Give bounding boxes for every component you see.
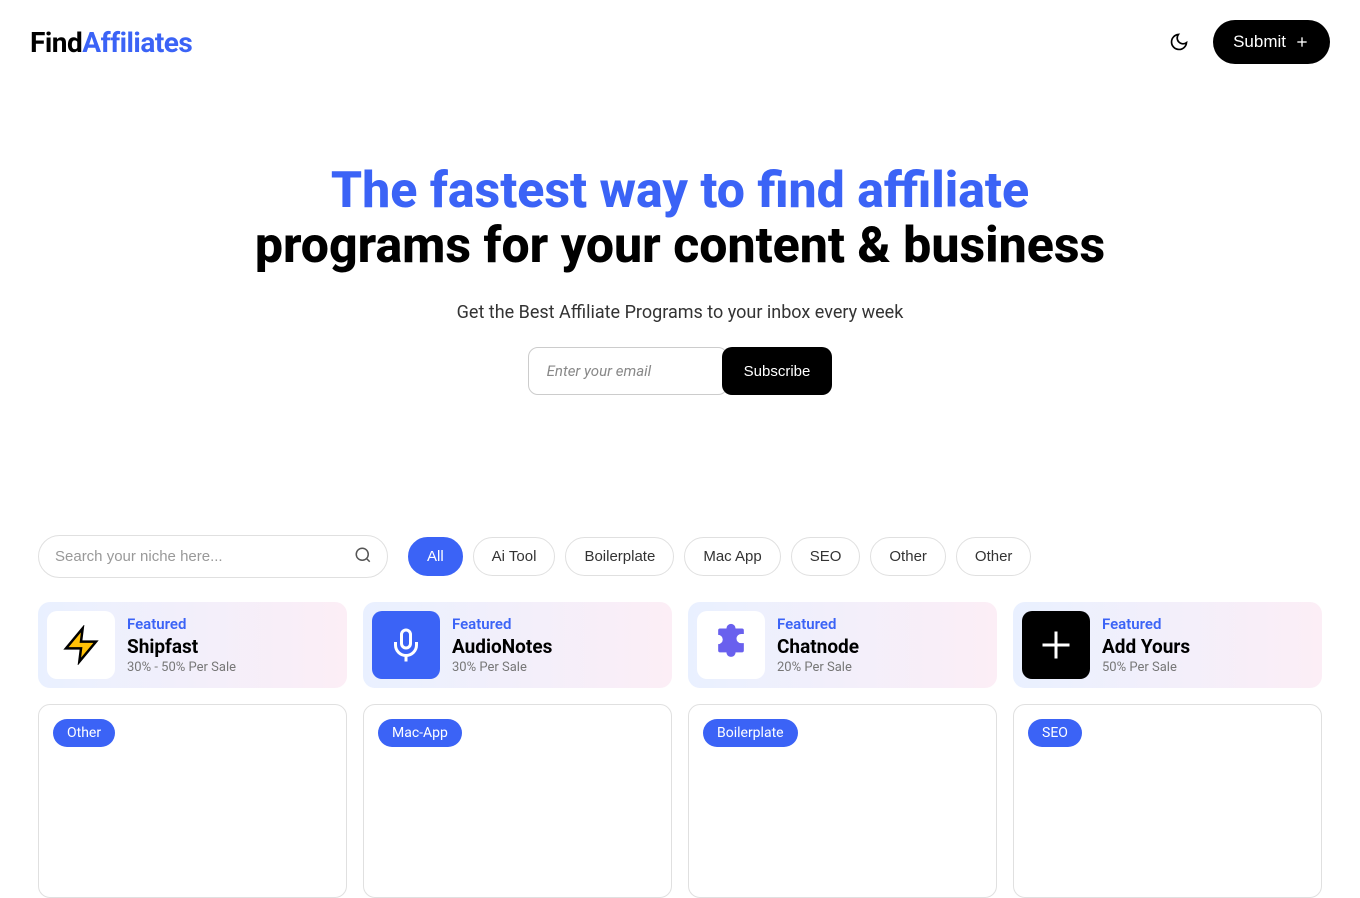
featured-card-add-yours[interactable]: Featured Add Yours 50% Per Sale — [1013, 602, 1322, 688]
search-input[interactable] — [38, 535, 388, 578]
search-box — [38, 535, 388, 578]
cards-row: Other Mac-App Boilerplate SEO — [38, 704, 1322, 898]
featured-title: Add Yours — [1102, 635, 1190, 658]
filter-pill-ai-tool[interactable]: Ai Tool — [473, 537, 556, 576]
header-right: Submit — [1161, 20, 1330, 64]
content: AllAi ToolBoilerplateMac AppSEOOtherOthe… — [0, 435, 1360, 898]
logo-part2: Affiliates — [82, 26, 192, 59]
program-card[interactable]: Boilerplate — [688, 704, 997, 898]
featured-badge: Featured — [777, 615, 859, 633]
logo-part1: Find — [30, 26, 82, 59]
featured-content: Featured Chatnode 20% Per Sale — [777, 615, 859, 675]
featured-card-shipfast[interactable]: Featured Shipfast 30% - 50% Per Sale — [38, 602, 347, 688]
featured-card-chatnode[interactable]: Featured Chatnode 20% Per Sale — [688, 602, 997, 688]
featured-sub: 30% - 50% Per Sale — [127, 660, 236, 675]
card-tag: Boilerplate — [703, 719, 798, 747]
featured-sub: 50% Per Sale — [1102, 660, 1190, 675]
submit-label: Submit — [1233, 32, 1286, 52]
mic-icon — [372, 611, 440, 679]
email-input[interactable] — [528, 347, 728, 395]
theme-toggle[interactable] — [1161, 24, 1197, 60]
filter-pill-all[interactable]: All — [408, 537, 463, 576]
submit-button[interactable]: Submit — [1213, 20, 1330, 64]
subscribe-form: Subscribe — [20, 347, 1340, 395]
featured-title: Shipfast — [127, 635, 236, 658]
subscribe-button[interactable]: Subscribe — [722, 347, 833, 395]
plus-icon — [1022, 611, 1090, 679]
bolt-icon — [47, 611, 115, 679]
filter-pill-other[interactable]: Other — [870, 537, 946, 576]
featured-sub: 30% Per Sale — [452, 660, 552, 675]
featured-card-audionotes[interactable]: Featured AudioNotes 30% Per Sale — [363, 602, 672, 688]
featured-content: Featured Shipfast 30% - 50% Per Sale — [127, 615, 236, 675]
filters-row: AllAi ToolBoilerplateMac AppSEOOtherOthe… — [38, 535, 1322, 578]
hero-title: The fastest way to find affiliate progra… — [20, 164, 1340, 274]
featured-badge: Featured — [127, 615, 236, 633]
featured-badge: Featured — [452, 615, 552, 633]
hero-title-line2: programs for your content & business — [20, 219, 1340, 274]
card-tag: Other — [53, 719, 115, 747]
logo[interactable]: FindAffiliates — [30, 26, 192, 59]
header: FindAffiliates Submit — [0, 0, 1360, 84]
featured-row: Featured Shipfast 30% - 50% Per Sale Fea… — [38, 602, 1322, 688]
card-tag: Mac-App — [378, 719, 462, 747]
card-tag: SEO — [1028, 719, 1082, 747]
hero-subtitle: Get the Best Affiliate Programs to your … — [20, 302, 1340, 323]
program-card[interactable]: Mac-App — [363, 704, 672, 898]
featured-badge: Featured — [1102, 615, 1190, 633]
puzzle-icon — [697, 611, 765, 679]
program-card[interactable]: Other — [38, 704, 347, 898]
plus-icon — [1294, 34, 1310, 50]
hero-title-line1: The fastest way to find affiliate — [20, 164, 1340, 219]
filter-pill-seo[interactable]: SEO — [791, 537, 861, 576]
filter-pills: AllAi ToolBoilerplateMac AppSEOOtherOthe… — [408, 537, 1031, 576]
program-card[interactable]: SEO — [1013, 704, 1322, 898]
filter-pill-boilerplate[interactable]: Boilerplate — [565, 537, 674, 576]
featured-content: Featured Add Yours 50% Per Sale — [1102, 615, 1190, 675]
moon-icon — [1169, 32, 1189, 52]
filter-pill-other[interactable]: Other — [956, 537, 1032, 576]
featured-content: Featured AudioNotes 30% Per Sale — [452, 615, 552, 675]
filter-pill-mac-app[interactable]: Mac App — [684, 537, 780, 576]
search-icon — [354, 546, 372, 568]
featured-title: Chatnode — [777, 635, 859, 658]
hero: The fastest way to find affiliate progra… — [0, 84, 1360, 435]
featured-title: AudioNotes — [452, 635, 552, 658]
featured-sub: 20% Per Sale — [777, 660, 859, 675]
